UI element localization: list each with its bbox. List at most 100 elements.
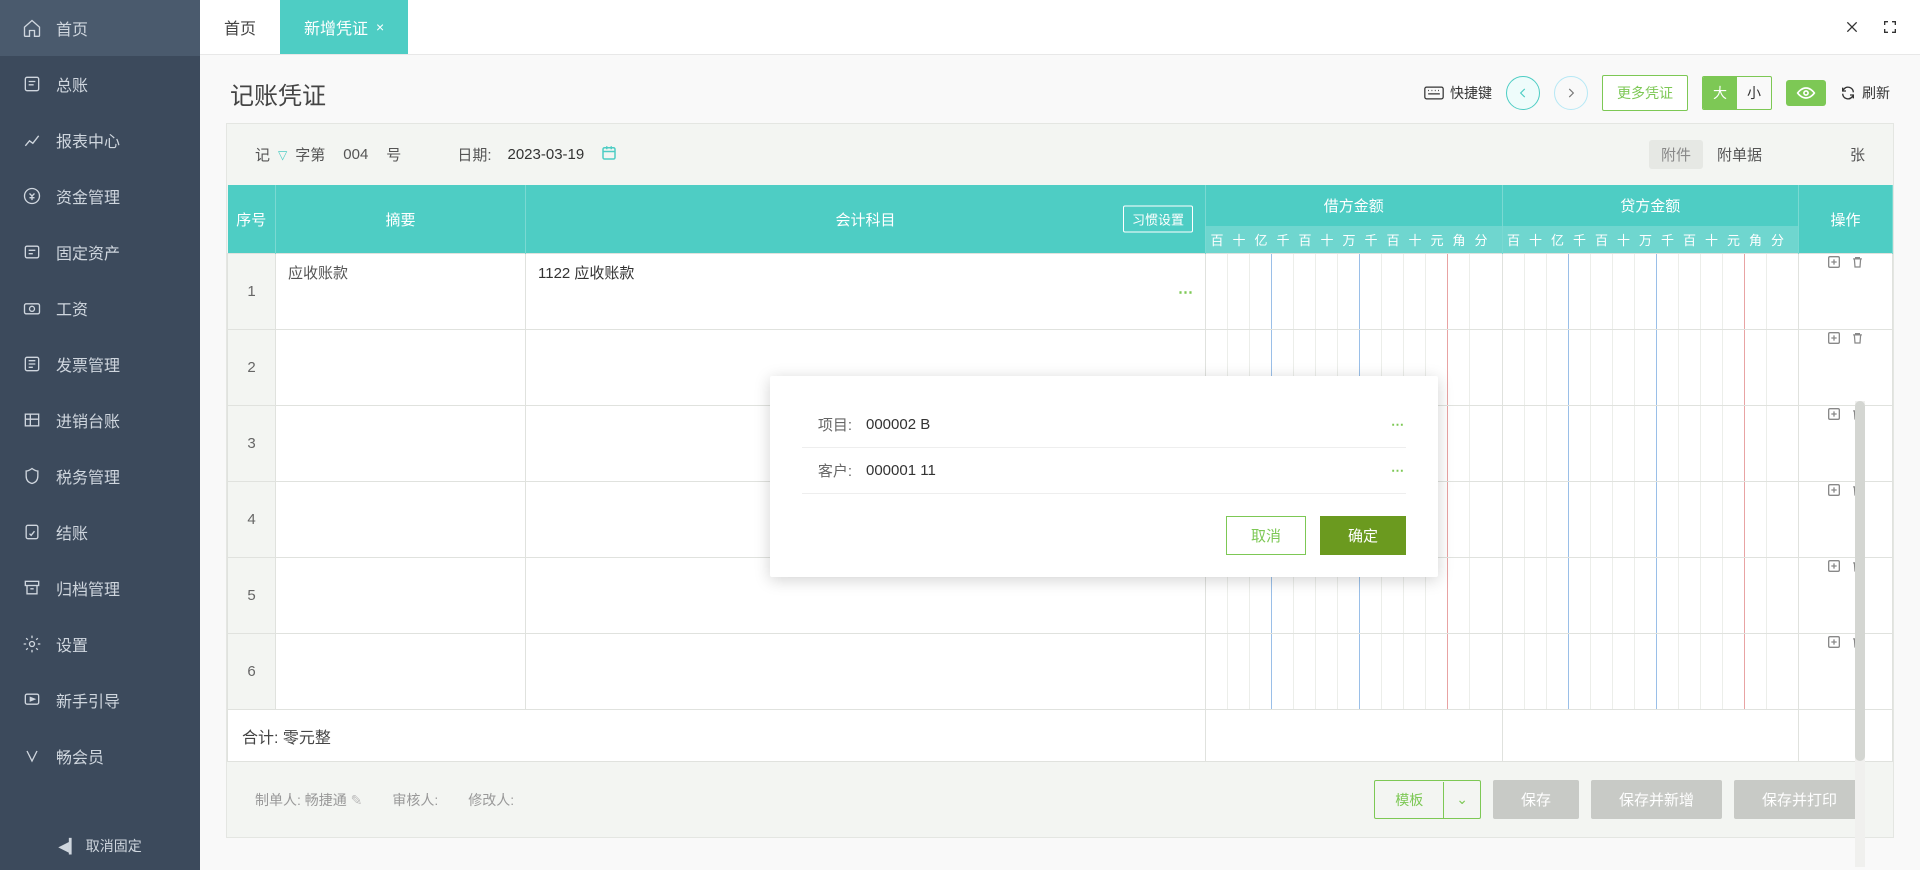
credit-cell[interactable] [1502,634,1799,710]
gear-icon [22,634,42,654]
edit-maker-icon[interactable]: ✎ [351,792,363,808]
sidebar-item-reports[interactable]: 报表中心 [0,112,200,168]
total-cell: 合计: 零元整 [228,710,1206,762]
sidebar-item-settings[interactable]: 设置 [0,616,200,672]
sidebar-item-invoice[interactable]: 发票管理 [0,336,200,392]
insert-row-icon[interactable] [1826,330,1842,346]
sidebar-item-tax[interactable]: 税务管理 [0,448,200,504]
habit-settings-button[interactable]: 习惯设置 [1123,206,1193,233]
sidebar-item-guide[interactable]: 新手引导 [0,672,200,728]
sidebar-item-stock[interactable]: 进销台账 [0,392,200,448]
credit-digits-header: 百十亿千百十万千百十元角分 [1502,226,1799,254]
credit-cell[interactable] [1502,406,1799,482]
summary-cell[interactable] [276,406,526,482]
sidebar-item-ledger[interactable]: 总账 [0,56,200,112]
sidebar-item-home[interactable]: 首页 [0,0,200,56]
sidebar-item-salary[interactable]: 工资 [0,280,200,336]
debit-digits-header: 百十亿千百十万千百十元角分 [1206,226,1503,254]
template-button[interactable]: 模板⌄ [1374,780,1481,819]
sidebar-item-vip[interactable]: 畅会员 [0,728,200,784]
sidebar-unpin[interactable]: ◀▎取消固定 [0,822,200,870]
insert-row-icon[interactable] [1826,558,1842,574]
col-debit: 借方金额 [1206,185,1503,226]
form-bar: 记 ▽ 字第 004 号 日期: 2023-03-19 附件 附单据 张 [227,124,1893,185]
chart-icon [22,130,42,150]
popup-ok-button[interactable]: 确定 [1320,516,1406,555]
unpin-icon: ◀▎ [58,838,80,855]
project-input[interactable]: 000002 B [866,416,1377,433]
sidebar-item-assets[interactable]: 固定资产 [0,224,200,280]
sidebar-item-archive[interactable]: 归档管理 [0,560,200,616]
tab-home[interactable]: 首页 [200,0,280,54]
customer-lookup-icon[interactable]: ⋯ [1391,463,1406,479]
prev-voucher-button[interactable] [1506,76,1540,110]
ledger-icon [22,74,42,94]
size-small[interactable]: 小 [1737,77,1771,109]
credit-cell[interactable] [1502,254,1799,330]
visibility-toggle[interactable] [1786,80,1826,106]
col-ops: 操作 [1799,185,1893,254]
row-ops [1799,634,1893,710]
scrollbar[interactable] [1855,401,1865,867]
invoice-icon [22,354,42,374]
stock-icon [22,410,42,430]
row-index: 5 [228,558,276,634]
refresh-button[interactable]: 刷新 [1840,83,1890,103]
attachment-button[interactable]: 附件 [1649,140,1703,169]
account-cell[interactable]: 1122 应收账款⋯ [526,254,1206,330]
tab-new-voucher[interactable]: 新增凭证× [280,0,408,54]
summary-cell[interactable]: 应收账款 [276,254,526,330]
summary-cell[interactable] [276,634,526,710]
save-new-button[interactable]: 保存并新增 [1591,780,1722,819]
insert-row-icon[interactable] [1826,482,1842,498]
sidebar-item-close[interactable]: 结账 [0,504,200,560]
delete-row-icon[interactable] [1850,254,1865,270]
credit-cell[interactable] [1502,482,1799,558]
size-large[interactable]: 大 [1703,77,1737,109]
calendar-icon[interactable] [600,144,618,166]
row-ops [1799,330,1893,406]
customer-input[interactable]: 000001 11 [866,462,1377,479]
hotkey-button[interactable]: 快捷键 [1424,83,1492,103]
next-voucher-button[interactable] [1554,76,1588,110]
sidebar-item-label: 固定资产 [56,240,120,264]
insert-row-icon[interactable] [1826,254,1842,270]
credit-cell[interactable] [1502,330,1799,406]
voucher-number[interactable]: 004 [333,146,378,163]
fullscreen-icon[interactable] [1878,15,1902,39]
popup-row-customer: 客户: 000001 11 ⋯ [802,448,1406,494]
more-vouchers-button[interactable]: 更多凭证 [1602,75,1688,111]
type-dropdown-icon[interactable]: ▽ [278,148,287,162]
row-ops [1799,406,1893,482]
table-row: 6 [228,634,1893,710]
popup-cancel-button[interactable]: 取消 [1226,516,1306,555]
sidebar-item-label: 新手引导 [56,688,120,712]
sidebar-item-label: 报表中心 [56,128,120,152]
insert-row-icon[interactable] [1826,406,1842,422]
account-cell[interactable] [526,634,1206,710]
row-index: 6 [228,634,276,710]
date-input[interactable]: 2023-03-19 [499,146,592,163]
save-button[interactable]: 保存 [1493,780,1579,819]
sidebar-item-label: 总账 [56,72,88,96]
summary-cell[interactable] [276,482,526,558]
row-ops [1799,254,1893,330]
sidebar-item-funds[interactable]: 资金管理 [0,168,200,224]
row-index: 1 [228,254,276,330]
sidebar-item-label: 资金管理 [56,184,120,208]
tab-close-icon[interactable]: × [376,19,384,35]
account-lookup-icon[interactable]: ⋯ [1178,283,1195,301]
summary-cell[interactable] [276,558,526,634]
row-ops [1799,482,1893,558]
delete-row-icon[interactable] [1850,330,1865,346]
save-print-button[interactable]: 保存并打印 [1734,780,1865,819]
summary-cell[interactable] [276,330,526,406]
debit-cell[interactable] [1206,634,1503,710]
close-icon[interactable] [1840,15,1864,39]
credit-cell[interactable] [1502,558,1799,634]
row-index: 2 [228,330,276,406]
project-lookup-icon[interactable]: ⋯ [1391,417,1406,433]
tabbar: 首页 新增凭证× [200,0,1920,55]
insert-row-icon[interactable] [1826,634,1842,650]
debit-cell[interactable] [1206,254,1503,330]
